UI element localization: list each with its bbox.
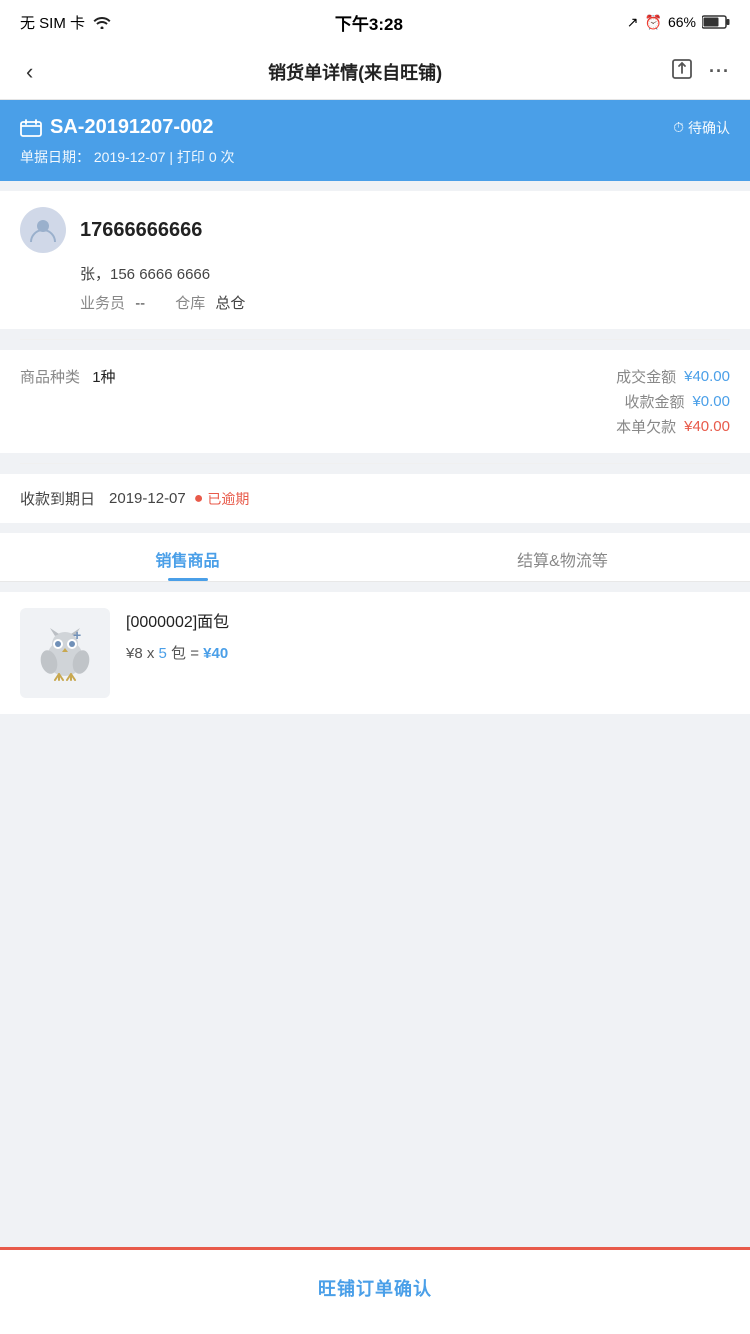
owed-value: ¥40.00 — [684, 418, 730, 435]
battery-text: 66% — [668, 14, 696, 30]
nav-actions: ··· — [671, 58, 730, 86]
customer-name: 张，156 6666 6666 — [80, 263, 730, 284]
warehouse-info: 仓库 总仓 — [175, 292, 245, 313]
confirm-order-button[interactable]: 旺铺订单确认 — [20, 1262, 730, 1314]
product-type: 商品种类 1种 — [20, 366, 116, 387]
status-right: ↗ ⏰ 66% — [627, 14, 730, 31]
back-button[interactable]: ‹ — [20, 53, 39, 91]
due-date-section: 收款到期日 2019-12-07 ● 已逾期 — [0, 474, 750, 523]
order-header: SA-20191207-002 ⏱ 待确认 单据日期： 2019-12-07 |… — [0, 100, 750, 181]
tabs-bar: 销售商品 结算&物流等 — [0, 533, 750, 582]
status-left: 无 SIM 卡 — [20, 12, 111, 33]
location-icon: ↗ — [627, 14, 639, 31]
more-icon[interactable]: ··· — [709, 61, 730, 82]
alarm-icon: ⏰ — [645, 14, 662, 31]
received-row: 收款金额 ¥0.00 — [624, 391, 730, 412]
customer-phone: 17666666666 — [80, 219, 202, 242]
warehouse-value: 总仓 — [215, 295, 245, 312]
order-id: SA-20191207-002 — [20, 116, 213, 139]
salesman-value: -- — [135, 295, 145, 312]
salesman-label: 业务员 -- — [80, 292, 145, 313]
status-bar: 无 SIM 卡 下午3:28 ↗ ⏰ 66% — [0, 0, 750, 44]
divider — [20, 339, 730, 340]
order-icon — [20, 119, 42, 137]
product-thumbnail: + — [20, 608, 110, 698]
owed-row: 本单欠款 ¥40.00 — [616, 416, 730, 437]
received-value: ¥0.00 — [692, 393, 730, 410]
overdue-icon: ● — [194, 490, 204, 508]
product-name: [0000002]面包 — [126, 608, 730, 632]
product-price: ¥8 x 5 包 = ¥40 — [126, 642, 730, 663]
tab-settlement[interactable]: 结算&物流等 — [375, 533, 750, 581]
share-icon[interactable] — [671, 58, 693, 86]
svg-text:+: + — [73, 627, 81, 643]
confirm-btn-wrapper: 旺铺订单确认 — [0, 1247, 750, 1334]
customer-section: 17666666666 张，156 6666 6666 业务员 -- 仓库 总仓 — [0, 191, 750, 329]
amount-row: 成交金额 ¥40.00 — [616, 366, 730, 387]
product-info: [0000002]面包 ¥8 x 5 包 = ¥40 — [126, 608, 730, 663]
bottom-area — [0, 724, 750, 974]
avatar — [20, 207, 66, 253]
summary-section: 商品种类 1种 成交金额 ¥40.00 收款金额 ¥0.00 本单欠款 ¥40.… — [0, 350, 750, 453]
order-date: 单据日期： 2019-12-07 | 打印 0 次 — [20, 147, 730, 167]
divider2 — [20, 463, 730, 464]
carrier-text: 无 SIM 卡 — [20, 12, 85, 33]
order-status: ⏱ 待确认 — [673, 118, 730, 138]
nav-bar: ‹ 销货单详情(来自旺铺) ··· — [0, 44, 750, 100]
amount-value: ¥40.00 — [684, 368, 730, 385]
product-item: + [0000002]面包 ¥8 x 5 包 = ¥40 — [0, 592, 750, 714]
tab-sales-products[interactable]: 销售商品 — [0, 533, 375, 581]
overdue-badge: ● 已逾期 — [194, 489, 250, 509]
clock-icon: ⏱ — [673, 119, 684, 136]
page-title: 销货单详情(来自旺铺) — [268, 59, 442, 85]
wifi-icon — [93, 15, 111, 29]
battery-icon — [702, 15, 730, 29]
status-time: 下午3:28 — [335, 10, 403, 35]
